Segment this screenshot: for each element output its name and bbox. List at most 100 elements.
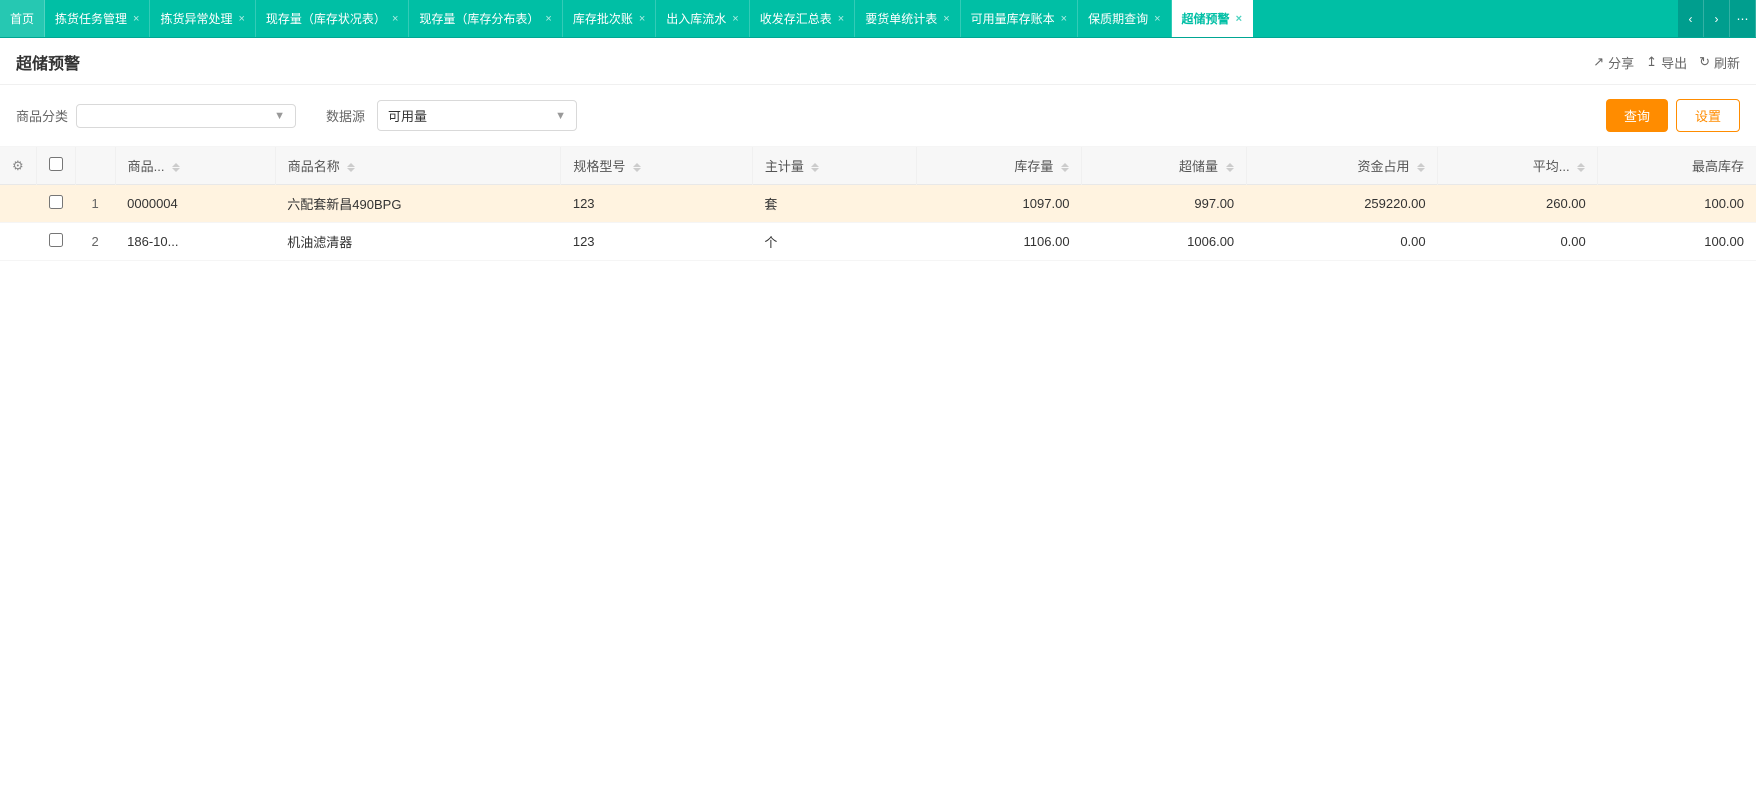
row-checkbox-1[interactable] [49, 233, 63, 247]
nav-tab-close-inventory-dist[interactable]: × [545, 13, 551, 25]
sort-overstock-icon [1226, 163, 1234, 172]
nav-tab-exception[interactable]: 拣货异常处理× [150, 0, 255, 38]
nav-arrow-more[interactable]: ⋯ [1730, 0, 1756, 38]
nav-tab-label-summary: 收发存汇总表 [760, 10, 832, 27]
page-header: 超储预警 ↗ 分享 ↥ 导出 ↻ 刷新 [0, 38, 1756, 85]
nav-arrow-right[interactable]: › [1704, 0, 1730, 38]
nav-tab-close-batch[interactable]: × [639, 13, 645, 25]
nav-tab-close-summary[interactable]: × [838, 13, 844, 25]
nav-tab-inventory-status[interactable]: 现存量（库存状况表） × [256, 0, 409, 38]
datasource-dropdown-icon: ▼ [555, 110, 566, 122]
col-check [36, 147, 75, 185]
row-check-cell-1 [36, 223, 75, 261]
category-filter: 商品分类 ▼ [16, 104, 296, 128]
nav-tab-label-home: 首页 [10, 10, 34, 27]
row-gear-0 [0, 185, 36, 223]
row-index-0: 1 [75, 185, 115, 223]
gear-icon[interactable]: ⚙ [12, 158, 24, 173]
nav-tab-summary[interactable]: 收发存汇总表 × [750, 0, 855, 38]
datasource-select[interactable]: 可用量 ▼ [377, 100, 577, 131]
page-content: 超储预警 ↗ 分享 ↥ 导出 ↻ 刷新 商品分类 ▼ 数据源 [0, 38, 1756, 800]
row-product-code-0: 0000004 [115, 185, 275, 223]
col-index [75, 147, 115, 185]
col-stock[interactable]: 库存量 [917, 147, 1082, 185]
row-checkbox-0[interactable] [49, 195, 63, 209]
refresh-action[interactable]: ↻ 刷新 [1699, 53, 1740, 72]
nav-tab-close-order-stat[interactable]: × [943, 13, 949, 25]
sort-unit-icon [811, 163, 819, 172]
nav-tab-task[interactable]: 拣货任务管理× [45, 0, 150, 38]
nav-tab-flow[interactable]: 出入库流水 × [656, 0, 749, 38]
nav-tab-label-overstock: 超储预警 [1182, 10, 1230, 27]
nav-arrow-left[interactable]: ‹ [1678, 0, 1704, 38]
nav-tab-order-stat[interactable]: 要货单统计表× [855, 0, 960, 38]
row-index-1: 2 [75, 223, 115, 261]
nav-tab-close-inventory-status[interactable]: × [392, 13, 398, 25]
nav-tab-available[interactable]: 可用量库存账本× [961, 0, 1078, 38]
share-label: 分享 [1608, 53, 1634, 72]
row-unit-1: 个 [752, 223, 917, 261]
nav-tab-close-task[interactable]: × [133, 13, 139, 25]
row-product-code-1: 186-10... [115, 223, 275, 261]
nav-tab-inventory-dist[interactable]: 现存量（库存分布表） × [409, 0, 562, 38]
nav-tab-home[interactable]: 首页 [0, 0, 45, 38]
nav-tab-label-inventory-dist: 现存量（库存分布表） [419, 10, 539, 27]
header-actions: ↗ 分享 ↥ 导出 ↻ 刷新 [1593, 53, 1740, 72]
row-spec-0: 123 [561, 185, 752, 223]
row-unit-0: 套 [752, 185, 917, 223]
row-check-cell-0 [36, 185, 75, 223]
nav-tab-label-inventory-status: 现存量（库存状况表） [266, 10, 386, 27]
row-overstock-1: 1006.00 [1082, 223, 1247, 261]
nav-tab-close-flow[interactable]: × [732, 13, 738, 25]
settings-button[interactable]: 设置 [1676, 99, 1740, 132]
col-product-code[interactable]: 商品... [115, 147, 275, 185]
share-icon: ↗ [1593, 54, 1604, 70]
row-gear-1 [0, 223, 36, 261]
filter-area: 商品分类 ▼ 数据源 可用量 ▼ 查询 设置 [0, 85, 1756, 147]
nav-tab-batch[interactable]: 库存批次账 × [563, 0, 656, 38]
col-capital[interactable]: 资金占用 [1246, 147, 1437, 185]
col-spec[interactable]: 规格型号 [561, 147, 752, 185]
col-unit[interactable]: 主计量 [752, 147, 917, 185]
nav-tab-quality[interactable]: 保质期查询× [1078, 0, 1171, 38]
row-overstock-0: 997.00 [1082, 185, 1247, 223]
nav-tab-close-exception[interactable]: × [238, 13, 244, 25]
select-all-checkbox[interactable] [49, 157, 63, 171]
nav-tab-close-quality[interactable]: × [1154, 13, 1160, 25]
nav-tab-close-available[interactable]: × [1061, 13, 1067, 25]
nav-tab-overstock[interactable]: 超储预警 × [1172, 0, 1253, 38]
col-avg[interactable]: 平均... [1438, 147, 1598, 185]
sort-product-name-icon [347, 163, 355, 172]
sort-avg-icon [1577, 163, 1585, 172]
data-table: ⚙ 商品... 商品名称 [0, 147, 1756, 261]
col-overstock[interactable]: 超储量 [1082, 147, 1247, 185]
category-dropdown-icon: ▼ [274, 110, 285, 122]
page-title: 超储预警 [16, 50, 80, 74]
col-max-stock[interactable]: 最高库存 [1598, 147, 1756, 185]
query-button[interactable]: 查询 [1606, 99, 1668, 132]
col-gear: ⚙ [0, 147, 36, 185]
nav-tab-close-overstock[interactable]: × [1236, 13, 1242, 25]
filter-actions: 查询 设置 [1606, 99, 1740, 132]
refresh-icon: ↻ [1699, 54, 1710, 70]
nav-tab-label-batch: 库存批次账 [573, 10, 633, 27]
category-select[interactable]: ▼ [76, 104, 296, 128]
row-avg-0: 260.00 [1438, 185, 1598, 223]
export-icon: ↥ [1646, 54, 1657, 70]
row-max-stock-1: 100.00 [1598, 223, 1756, 261]
row-capital-0: 259220.00 [1246, 185, 1437, 223]
sort-capital-icon [1417, 163, 1425, 172]
row-capital-1: 0.00 [1246, 223, 1437, 261]
share-action[interactable]: ↗ 分享 [1593, 53, 1634, 72]
col-product-name[interactable]: 商品名称 [275, 147, 561, 185]
table-container: ⚙ 商品... 商品名称 [0, 147, 1756, 261]
row-max-stock-0: 100.00 [1598, 185, 1756, 223]
datasource-value: 可用量 [388, 106, 427, 125]
row-spec-1: 123 [561, 223, 752, 261]
refresh-label: 刷新 [1714, 53, 1740, 72]
category-label: 商品分类 [16, 106, 68, 125]
nav-tab-label-flow: 出入库流水 [666, 10, 726, 27]
top-nav: 首页拣货任务管理×拣货异常处理×现存量（库存状况表）×现存量（库存分布表）×库存… [0, 0, 1756, 38]
sort-product-code-icon [172, 163, 180, 172]
export-action[interactable]: ↥ 导出 [1646, 53, 1687, 72]
